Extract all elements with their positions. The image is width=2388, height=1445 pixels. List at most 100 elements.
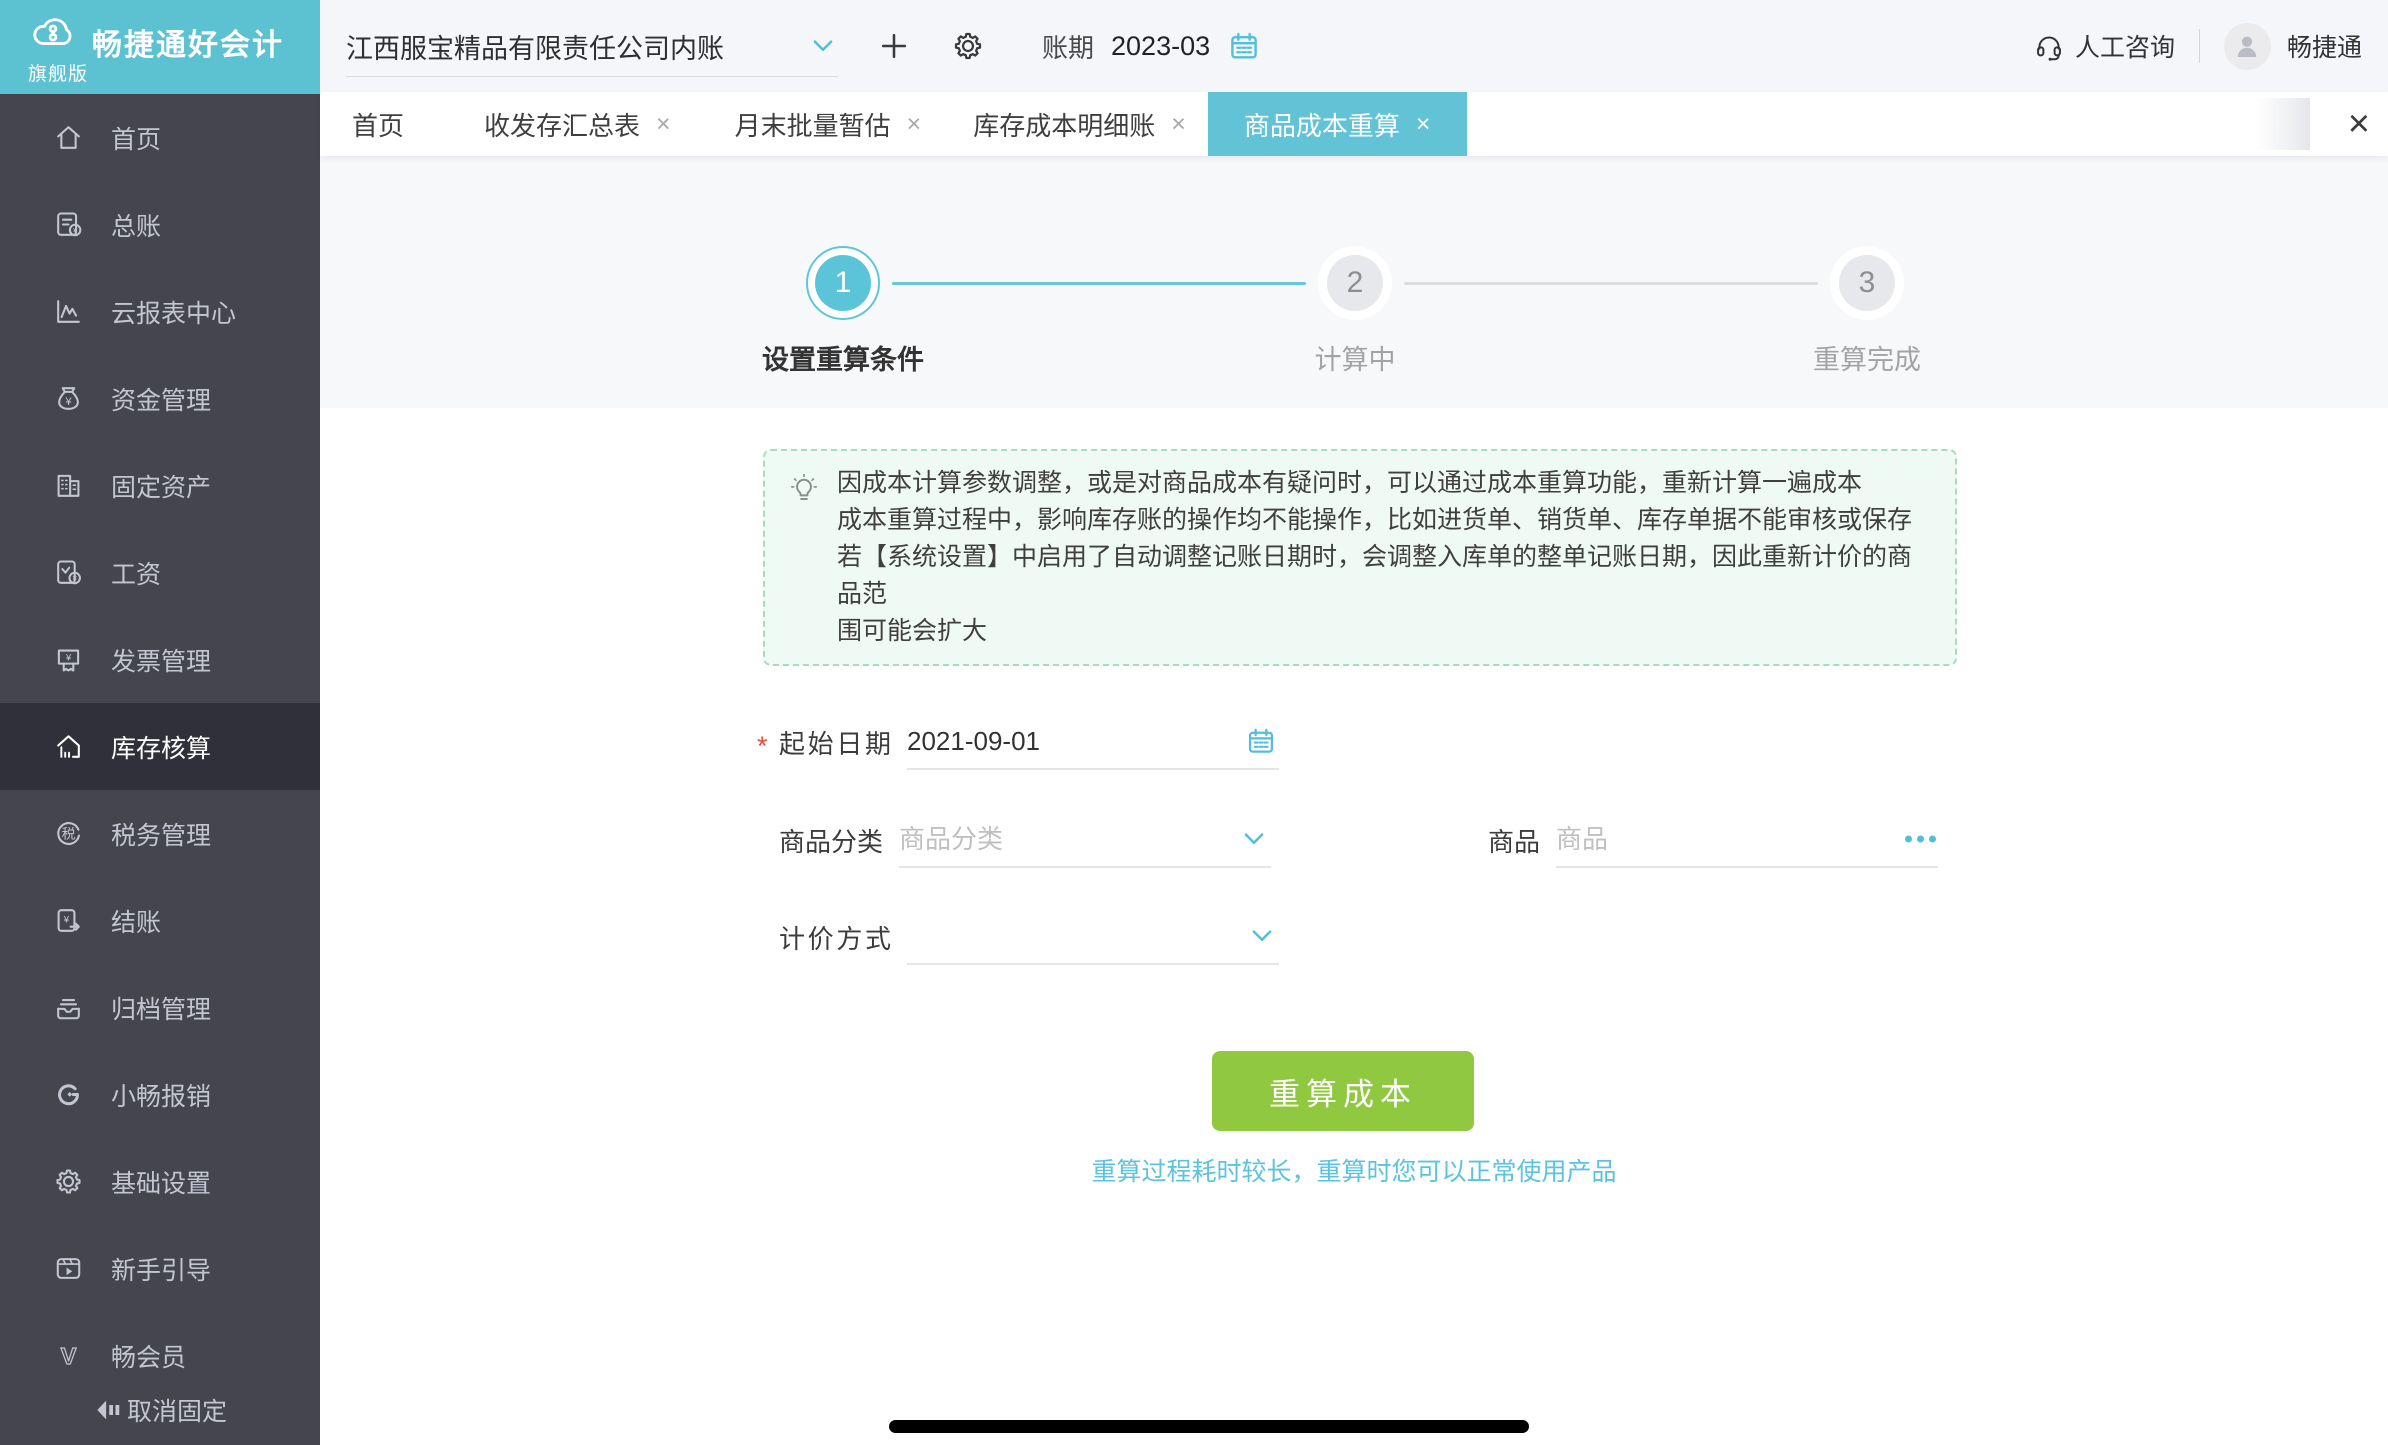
avatar[interactable]: [2223, 22, 2271, 70]
collapse-pin-icon: [93, 1395, 123, 1425]
more-icon[interactable]: [1905, 835, 1937, 843]
sidebar-item-tax[interactable]: 税务管理: [0, 790, 320, 877]
tab-inout-summary[interactable]: 收发存汇总表 ×: [484, 92, 671, 156]
sidebar-item-inventory-accounting[interactable]: 库存核算: [0, 703, 320, 790]
invoice-icon: [52, 643, 85, 676]
close-all-icon[interactable]: ×: [2348, 92, 2370, 156]
step-number: 2: [1327, 255, 1383, 311]
notice-line: 围可能会扩大: [837, 617, 988, 645]
tab-month-end-estimate[interactable]: 月末批量暂估 ×: [735, 92, 922, 156]
warehouse-icon: [52, 730, 85, 763]
sidebar-item-label: 固定资产: [111, 473, 212, 502]
archive-icon: [52, 991, 85, 1024]
add-button[interactable]: [876, 28, 912, 64]
closing-icon: [52, 904, 85, 937]
settings-button[interactable]: [950, 28, 986, 64]
step-circle-2: 2: [1318, 246, 1392, 320]
divider: [2198, 29, 2200, 63]
app-edition-badge: 旗舰版: [28, 64, 89, 85]
tab-home[interactable]: 首页: [352, 92, 404, 156]
chevron-down-icon: [808, 31, 838, 61]
support-label: 人工咨询: [2074, 34, 2175, 62]
sidebar-item-home[interactable]: 首页: [0, 94, 320, 181]
accounting-period-picker[interactable]: 账期 2023-03: [1042, 28, 1261, 65]
start-date-control: [907, 714, 1279, 770]
start-date-input[interactable]: [907, 725, 1235, 757]
home-icon: [52, 121, 85, 154]
close-icon[interactable]: ×: [907, 110, 922, 139]
sidebar-item-closing[interactable]: 结账: [0, 877, 320, 964]
tab-inventory-cost-detail[interactable]: 库存成本明细账 ×: [973, 92, 1186, 156]
pricing-method-row: 计价方式: [779, 909, 1279, 965]
tab-label: 商品成本重算: [1243, 110, 1400, 141]
company-name: 江西服宝精品有限责任公司内账: [346, 33, 724, 64]
sidebar-item-label: 税务管理: [111, 821, 212, 850]
pricing-method-label: 计价方式: [779, 923, 891, 954]
calendar-icon[interactable]: [1245, 725, 1277, 757]
period-value: 2023-03: [1111, 30, 1211, 61]
sidebar-item-expense[interactable]: 小畅报销: [0, 1051, 320, 1138]
product-row: 商品: [1488, 812, 1939, 868]
topbar: 江西服宝精品有限责任公司内账 账期 2023-03 人工咨询 畅捷通: [320, 0, 2388, 92]
company-selector[interactable]: 江西服宝精品有限责任公司内账: [346, 0, 838, 92]
person-icon: [2232, 31, 2262, 61]
sidebar-item-payroll[interactable]: 工资: [0, 529, 320, 616]
close-icon[interactable]: ×: [1171, 110, 1186, 139]
sidebar-item-funds[interactable]: 资金管理: [0, 355, 320, 442]
start-date-label: 起始日期: [779, 728, 891, 759]
sidebar-unpin-button[interactable]: 取消固定: [0, 1387, 320, 1433]
product-input[interactable]: [1556, 823, 1895, 855]
unpin-label: 取消固定: [126, 1398, 227, 1426]
category-label: 商品分类: [779, 826, 884, 857]
sidebar-item-general-ledger[interactable]: 总账: [0, 181, 320, 268]
notice-line: 若【系统设置】中启用了自动调整记账日期时，会调整入库单的整单记账日期，因此重新计…: [837, 543, 1913, 608]
recalc-cost-button[interactable]: 重算成本: [1212, 1051, 1474, 1131]
tab-label: 首页: [352, 110, 405, 141]
ledger-icon: [52, 208, 85, 241]
chevron-down-icon[interactable]: [1247, 921, 1277, 951]
expense-icon: [52, 1078, 85, 1111]
sidebar-item-cloud-reports[interactable]: 云报表中心: [0, 268, 320, 355]
category-control: [899, 812, 1272, 868]
sidebar-item-label: 云报表中心: [111, 299, 237, 328]
brand-cloud-icon: [26, 10, 80, 56]
tax-icon: [52, 817, 85, 850]
sidebar-item-member[interactable]: 畅会员: [0, 1312, 320, 1399]
required-marker: *: [757, 730, 768, 761]
plus-icon: [876, 28, 912, 64]
sidebar-item-label: 归档管理: [111, 995, 212, 1024]
tab-overflow-fade: [2256, 98, 2310, 150]
member-icon: [52, 1339, 85, 1372]
app-title: 畅捷通好会计: [92, 29, 284, 62]
home-indicator: [889, 1420, 1529, 1433]
notice-text: 因成本计算参数调整，或是对商品成本有疑问时，可以通过成本重算功能，重新计算一遍成…: [837, 465, 1933, 650]
pricing-method-control: [907, 909, 1279, 965]
step-label-2: 计算中: [1314, 345, 1396, 375]
close-icon[interactable]: ×: [1416, 110, 1431, 139]
gear-icon: [52, 1165, 85, 1198]
sidebar-item-archive[interactable]: 归档管理: [0, 964, 320, 1051]
tab-product-cost-recalc[interactable]: 商品成本重算 ×: [1207, 92, 1467, 156]
category-select-input[interactable]: [899, 823, 1228, 855]
product-label: 商品: [1488, 826, 1541, 857]
sidebar-item-label: 新手引导: [111, 1256, 212, 1285]
step-connector: [1404, 282, 1818, 285]
sidebar: 畅捷通好会计 旗舰版 首页 总账 云报表中心 资金管理 固定资产 工资 发票管理…: [0, 0, 320, 1445]
chevron-down-icon[interactable]: [1239, 824, 1269, 854]
sidebar-item-settings[interactable]: 基础设置: [0, 1138, 320, 1225]
calendar-icon: [1227, 29, 1261, 63]
close-icon[interactable]: ×: [656, 110, 671, 139]
salary-icon: [52, 556, 85, 589]
sidebar-item-label: 畅会员: [111, 1343, 187, 1372]
support-button[interactable]: 人工咨询: [2033, 28, 2175, 64]
sidebar-item-label: 发票管理: [111, 647, 212, 676]
sidebar-item-label: 首页: [111, 125, 162, 154]
sidebar-item-invoices[interactable]: 发票管理: [0, 616, 320, 703]
sidebar-item-fixed-assets[interactable]: 固定资产: [0, 442, 320, 529]
pricing-method-select-input[interactable]: [907, 920, 1235, 952]
sidebar-item-label: 库存核算: [111, 734, 212, 763]
notice-box: 因成本计算参数调整，或是对商品成本有疑问时，可以通过成本重算功能，重新计算一遍成…: [763, 449, 1957, 666]
sidebar-item-label: 工资: [111, 560, 162, 589]
sidebar-item-guide[interactable]: 新手引导: [0, 1225, 320, 1312]
tab-label: 库存成本明细账: [973, 110, 1156, 141]
